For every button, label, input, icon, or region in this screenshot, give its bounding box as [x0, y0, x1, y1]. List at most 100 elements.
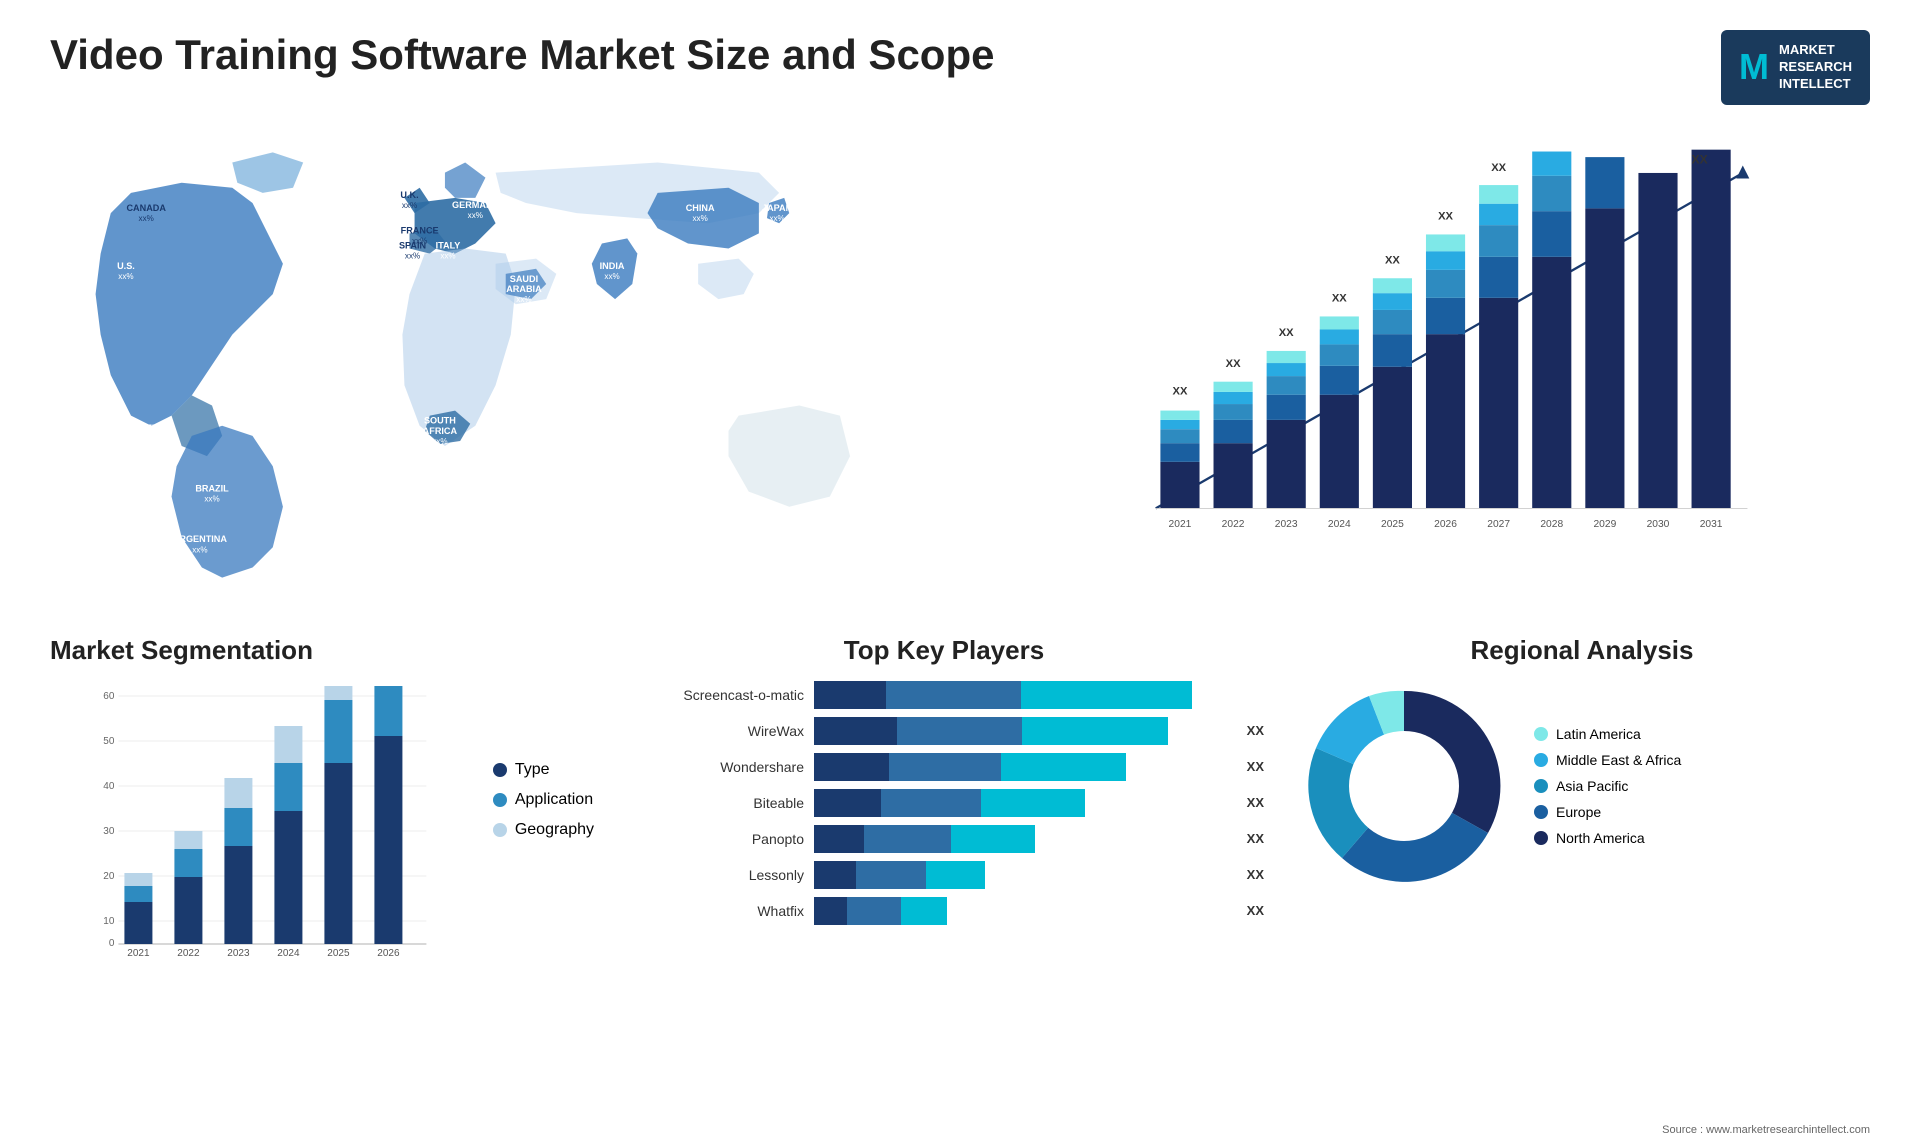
svg-text:50: 50 [103, 736, 115, 747]
svg-text:ITALY: ITALY [436, 240, 461, 250]
legend-type: Type [493, 761, 594, 779]
legend-latin-america: Latin America [1534, 726, 1681, 742]
svg-text:XX: XX [1492, 162, 1507, 174]
svg-text:MEXICO: MEXICO [138, 422, 174, 432]
player-name-wirewax: WireWax [624, 723, 804, 739]
segmentation-chart-wrap: 60 50 40 30 20 10 0 [50, 681, 594, 981]
player-bar-wirewax [814, 717, 1231, 745]
svg-text:AFRICA: AFRICA [423, 426, 458, 436]
svg-text:xx%: xx% [769, 214, 784, 223]
player-bar-lessonly [814, 861, 1231, 889]
page-title: Video Training Software Market Size and … [50, 30, 994, 80]
panopto-xx: XX [1247, 831, 1264, 846]
regional-legend: Latin America Middle East & Africa Asia … [1534, 726, 1681, 846]
north-america-dot [1534, 831, 1548, 845]
bottom-section: Market Segmentation 60 50 40 30 20 10 0 [50, 635, 1870, 1015]
svg-text:INDIA: INDIA [600, 260, 625, 270]
svg-text:2026: 2026 [377, 948, 400, 959]
player-bar-wondershare [814, 753, 1231, 781]
svg-text:xx%: xx% [139, 214, 154, 223]
player-row-screencast: Screencast-o-matic [624, 681, 1264, 709]
svg-text:2024: 2024 [1328, 519, 1351, 530]
logo-text: MARKET RESEARCH INTELLECT [1779, 42, 1852, 93]
svg-text:ARGENTINA: ARGENTINA [173, 534, 228, 544]
top-section: CANADA xx% U.S. xx% MEXICO xx% BRAZIL xx… [50, 125, 1870, 605]
svg-text:GERMANY: GERMANY [452, 200, 499, 210]
svg-text:SPAIN: SPAIN [399, 240, 426, 250]
segmentation-svg: 60 50 40 30 20 10 0 [50, 681, 473, 961]
player-name-panopto: Panopto [624, 831, 804, 847]
svg-text:JAPAN: JAPAN [762, 203, 792, 213]
bar-chart-container: XX 2021 XX 2022 XX 2023 [1001, 125, 1870, 605]
svg-text:2025: 2025 [327, 948, 350, 959]
asia-pacific-dot [1534, 779, 1548, 793]
svg-text:20: 20 [103, 871, 115, 882]
svg-text:BRAZIL: BRAZIL [195, 483, 229, 493]
source-text: Source : www.marketresearchintellect.com [1662, 1124, 1870, 1136]
svg-text:U.S.: U.S. [117, 260, 135, 270]
svg-text:ARABIA: ARABIA [506, 284, 542, 294]
players-title: Top Key Players [624, 635, 1264, 666]
svg-text:XX: XX [1279, 327, 1294, 339]
europe-dot [1534, 805, 1548, 819]
svg-text:CANADA: CANADA [126, 203, 166, 213]
svg-text:xx%: xx% [118, 272, 133, 281]
svg-text:SAUDI: SAUDI [510, 274, 538, 284]
svg-text:xx%: xx% [440, 251, 455, 260]
svg-text:40: 40 [103, 781, 115, 792]
svg-text:xx%: xx% [405, 251, 420, 260]
svg-text:XX: XX [1439, 210, 1454, 222]
player-name-wondershare: Wondershare [624, 759, 804, 775]
svg-text:2028: 2028 [1541, 519, 1564, 530]
logo-letter: M [1739, 46, 1769, 88]
wirewax-xx: XX [1247, 723, 1264, 738]
svg-text:xx%: xx% [192, 545, 207, 554]
svg-text:30: 30 [103, 826, 115, 837]
svg-text:10: 10 [103, 916, 115, 927]
svg-text:2021: 2021 [1169, 519, 1192, 530]
svg-text:2030: 2030 [1647, 519, 1670, 530]
svg-text:xx%: xx% [516, 295, 531, 304]
header: Video Training Software Market Size and … [50, 30, 1870, 105]
svg-text:2029: 2029 [1594, 519, 1617, 530]
legend-middle-east-africa: Middle East & Africa [1534, 752, 1681, 768]
player-bar-whatfix [814, 897, 1231, 925]
player-bar-screencast [814, 681, 1264, 709]
svg-text:2025: 2025 [1381, 519, 1404, 530]
world-map-svg: CANADA xx% U.S. xx% MEXICO xx% BRAZIL xx… [50, 125, 961, 605]
svg-text:2031: 2031 [1700, 519, 1723, 530]
svg-text:60: 60 [103, 691, 115, 702]
player-bar-panopto [814, 825, 1231, 853]
players-section: Top Key Players Screencast-o-matic WireW… [624, 635, 1264, 1015]
donut-chart [1294, 676, 1514, 896]
legend-north-america: North America [1534, 830, 1681, 846]
player-name-biteable: Biteable [624, 795, 804, 811]
middle-east-africa-dot [1534, 753, 1548, 767]
player-row-wondershare: Wondershare XX [624, 753, 1264, 781]
segmentation-legend: Type Application Geography [493, 681, 594, 839]
player-row-lessonly: Lessonly XX [624, 861, 1264, 889]
player-bar-biteable [814, 789, 1231, 817]
svg-text:XX: XX [1692, 152, 1708, 166]
svg-text:2023: 2023 [227, 948, 250, 959]
svg-text:XX: XX [1332, 292, 1347, 304]
application-dot [493, 793, 507, 807]
svg-text:xx%: xx% [468, 211, 483, 220]
segmentation-title: Market Segmentation [50, 635, 594, 666]
regional-section: Regional Analysis [1294, 635, 1870, 1015]
legend-geography: Geography [493, 821, 594, 839]
player-row-biteable: Biteable XX [624, 789, 1264, 817]
growth-bar-chart: XX 2021 XX 2022 XX 2023 [1021, 145, 1850, 555]
svg-text:XX: XX [1226, 357, 1241, 369]
svg-text:2024: 2024 [277, 948, 300, 959]
svg-text:xx%: xx% [692, 214, 707, 223]
svg-text:2027: 2027 [1488, 519, 1511, 530]
biteable-xx: XX [1247, 795, 1264, 810]
legend-europe: Europe [1534, 804, 1681, 820]
wondershare-xx: XX [1247, 759, 1264, 774]
type-dot [493, 763, 507, 777]
players-list: Screencast-o-matic WireWax [624, 681, 1264, 925]
segmentation-section: Market Segmentation 60 50 40 30 20 10 0 [50, 635, 594, 1015]
legend-application: Application [493, 791, 594, 809]
latin-america-dot [1534, 727, 1548, 741]
